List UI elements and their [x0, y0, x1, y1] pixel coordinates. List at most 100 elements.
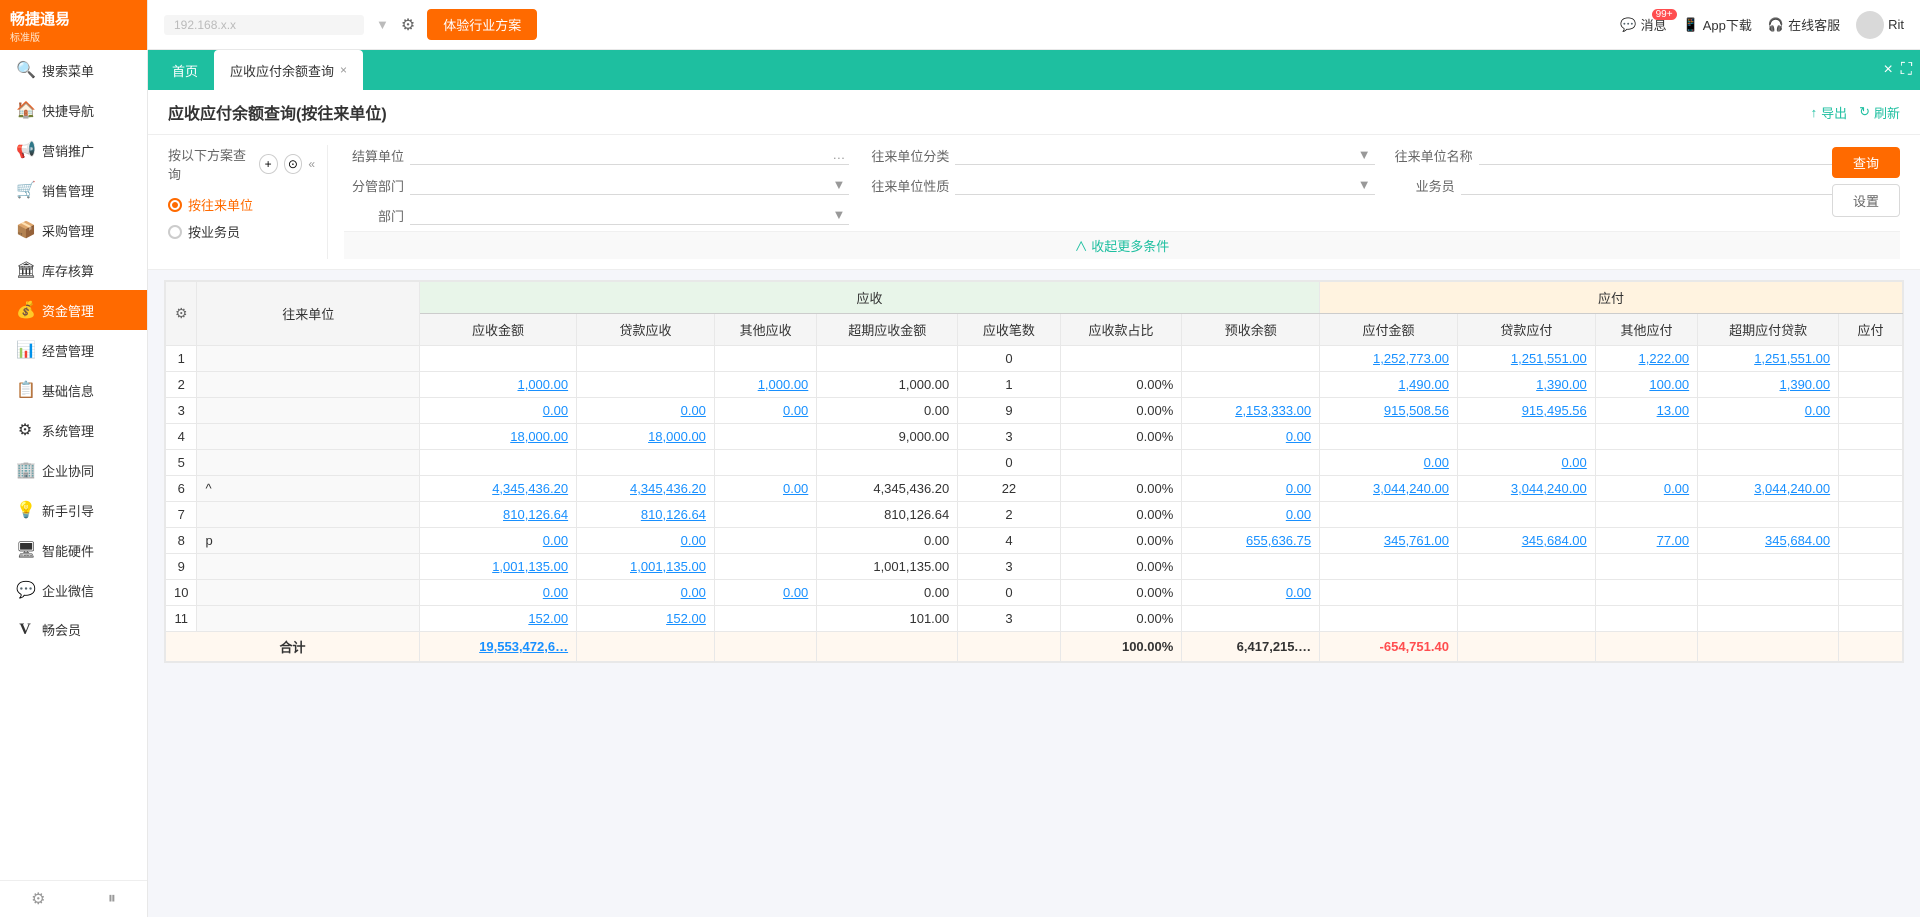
table-cell[interactable]: 345,684.00: [1457, 528, 1595, 554]
tab-close-icon[interactable]: ×: [340, 63, 347, 77]
sidebar-item-search[interactable]: 🔍 搜索菜单: [0, 50, 147, 90]
table-cell[interactable]: 1,390.00: [1457, 372, 1595, 398]
table-cell[interactable]: 0.00: [1182, 502, 1320, 528]
table-cell[interactable]: 0.00: [1320, 450, 1458, 476]
table-cell[interactable]: 0.00: [714, 580, 816, 606]
table-cell[interactable]: 0.00: [1457, 450, 1595, 476]
sidebar-item-guide[interactable]: 💡 新手引导: [0, 490, 147, 530]
table-cell: [1595, 580, 1697, 606]
table-cell[interactable]: 2,153,333.00: [1182, 398, 1320, 424]
sidebar-item-hardware[interactable]: 🖥 智能硬件: [0, 530, 147, 570]
table-cell[interactable]: 77.00: [1595, 528, 1697, 554]
window-maximize-icon[interactable]: ⛶: [1901, 61, 1912, 79]
table-cell[interactable]: 1,000.00: [419, 372, 576, 398]
table-cell[interactable]: 0.00: [577, 528, 715, 554]
export-button[interactable]: ↑ 导出: [1811, 103, 1848, 122]
table-cell[interactable]: 1,490.00: [1320, 372, 1458, 398]
table-cell[interactable]: 655,636.75: [1182, 528, 1320, 554]
messages-btn[interactable]: 💬 消息 99+: [1620, 15, 1666, 34]
table-cell[interactable]: 0.00: [1182, 424, 1320, 450]
sidebar-item-system[interactable]: ⚙ 系统管理: [0, 410, 147, 450]
online-service-btn[interactable]: 🎧 在线客服: [1768, 15, 1840, 34]
scheme-collapse-icon[interactable]: «: [308, 157, 315, 171]
total-loan-ar: [577, 632, 715, 662]
table-cell[interactable]: 0.00: [1182, 476, 1320, 502]
table-cell[interactable]: 1,252,773.00: [1320, 346, 1458, 372]
table-cell[interactable]: 1,001,135.00: [577, 554, 715, 580]
table-cell[interactable]: 0.00: [714, 476, 816, 502]
address-dropdown-icon[interactable]: ▼: [376, 17, 389, 32]
total-ar-amount[interactable]: 19,553,472,6…: [419, 632, 576, 662]
table-cell[interactable]: 152.00: [419, 606, 576, 632]
settings-button[interactable]: 设置: [1832, 184, 1900, 217]
table-cell[interactable]: 100.00: [1595, 372, 1697, 398]
table-cell[interactable]: 1,390.00: [1698, 372, 1839, 398]
query-button[interactable]: 查询: [1832, 147, 1900, 178]
table-cell[interactable]: 3,044,240.00: [1698, 476, 1839, 502]
settings-icon[interactable]: ⚙: [31, 889, 45, 909]
unit-class-select[interactable]: ▼: [955, 145, 1374, 165]
scheme-by-salesman[interactable]: 按业务员: [168, 218, 315, 245]
table-cell[interactable]: 3,044,240.00: [1457, 476, 1595, 502]
collapse-more-btn[interactable]: ∧ 收起更多条件: [344, 231, 1900, 259]
table-settings-icon[interactable]: ⚙: [175, 305, 188, 321]
trial-button[interactable]: 体验行业方案: [427, 9, 537, 40]
table-cell[interactable]: 18,000.00: [577, 424, 715, 450]
collapse-icon[interactable]: ⏸: [108, 890, 116, 908]
user-area[interactable]: Rit: [1856, 11, 1904, 39]
sidebar-item-basic[interactable]: 📋 基础信息: [0, 370, 147, 410]
table-cell[interactable]: 810,126.64: [577, 502, 715, 528]
table-cell[interactable]: 0.00: [419, 398, 576, 424]
table-cell[interactable]: 4,345,436.20: [419, 476, 576, 502]
sidebar-item-corp[interactable]: 🏢 企业协同: [0, 450, 147, 490]
header-gear-icon[interactable]: ⚙: [401, 15, 415, 35]
table-cell[interactable]: 152.00: [577, 606, 715, 632]
table-cell[interactable]: 13.00: [1595, 398, 1697, 424]
table-cell[interactable]: 1,000.00: [714, 372, 816, 398]
sidebar-item-nav[interactable]: 🏠 快捷导航: [0, 90, 147, 130]
app-download-btn[interactable]: 📱 App下载: [1683, 15, 1752, 34]
jisuandanwei-input[interactable]: …: [410, 145, 849, 165]
refresh-button[interactable]: ↻ 刷新: [1859, 103, 1900, 122]
table-cell[interactable]: 0.00: [577, 398, 715, 424]
table-cell[interactable]: 345,684.00: [1698, 528, 1839, 554]
scheme-settings-button[interactable]: ⊙: [284, 154, 303, 174]
table-cell: [1839, 554, 1903, 580]
window-close-icon[interactable]: ×: [1883, 61, 1892, 79]
unit-nature-select[interactable]: ▼: [955, 175, 1374, 195]
table-cell[interactable]: 0.00: [1595, 476, 1697, 502]
sidebar-item-inventory[interactable]: 🏛 库存核算: [0, 250, 147, 290]
add-scheme-button[interactable]: +: [259, 154, 278, 174]
table-cell[interactable]: 0.00: [419, 580, 576, 606]
subdept-select[interactable]: ▼: [410, 205, 849, 225]
table-cell[interactable]: 4,345,436.20: [577, 476, 715, 502]
tab-ar-query[interactable]: 应收应付余额查询 ×: [214, 50, 363, 90]
sidebar-item-operation[interactable]: 📊 经营管理: [0, 330, 147, 370]
table-cell: 9,000.00: [817, 424, 958, 450]
sidebar-item-member[interactable]: V 畅会员: [0, 610, 147, 649]
table-cell[interactable]: 345,761.00: [1320, 528, 1458, 554]
table-cell[interactable]: 0.00: [577, 580, 715, 606]
table-cell[interactable]: 1,001,135.00: [419, 554, 576, 580]
sidebar-item-purchase[interactable]: 📦 采购管理: [0, 210, 147, 250]
dept-select[interactable]: ▼: [410, 175, 849, 195]
table-cell[interactable]: 915,508.56: [1320, 398, 1458, 424]
table-cell[interactable]: 1,222.00: [1595, 346, 1697, 372]
table-cell: [1698, 606, 1839, 632]
sidebar-item-wechat[interactable]: 💬 企业微信: [0, 570, 147, 610]
table-cell[interactable]: 1,251,551.00: [1457, 346, 1595, 372]
table-cell[interactable]: 0.00: [1182, 580, 1320, 606]
sidebar-item-marketing[interactable]: 📢 营销推广: [0, 130, 147, 170]
sidebar-item-sales[interactable]: 🛒 销售管理: [0, 170, 147, 210]
table-cell[interactable]: 810,126.64: [419, 502, 576, 528]
table-cell[interactable]: 1,251,551.00: [1698, 346, 1839, 372]
sidebar-item-finance[interactable]: 💰 资金管理: [0, 290, 147, 330]
table-cell[interactable]: 18,000.00: [419, 424, 576, 450]
table-cell[interactable]: 0.00: [419, 528, 576, 554]
tab-home[interactable]: 首页: [156, 50, 214, 90]
table-cell[interactable]: 0.00: [714, 398, 816, 424]
table-cell[interactable]: 3,044,240.00: [1320, 476, 1458, 502]
table-cell[interactable]: 915,495.56: [1457, 398, 1595, 424]
scheme-by-unit[interactable]: 按往来单位: [168, 191, 315, 218]
table-cell[interactable]: 0.00: [1698, 398, 1839, 424]
